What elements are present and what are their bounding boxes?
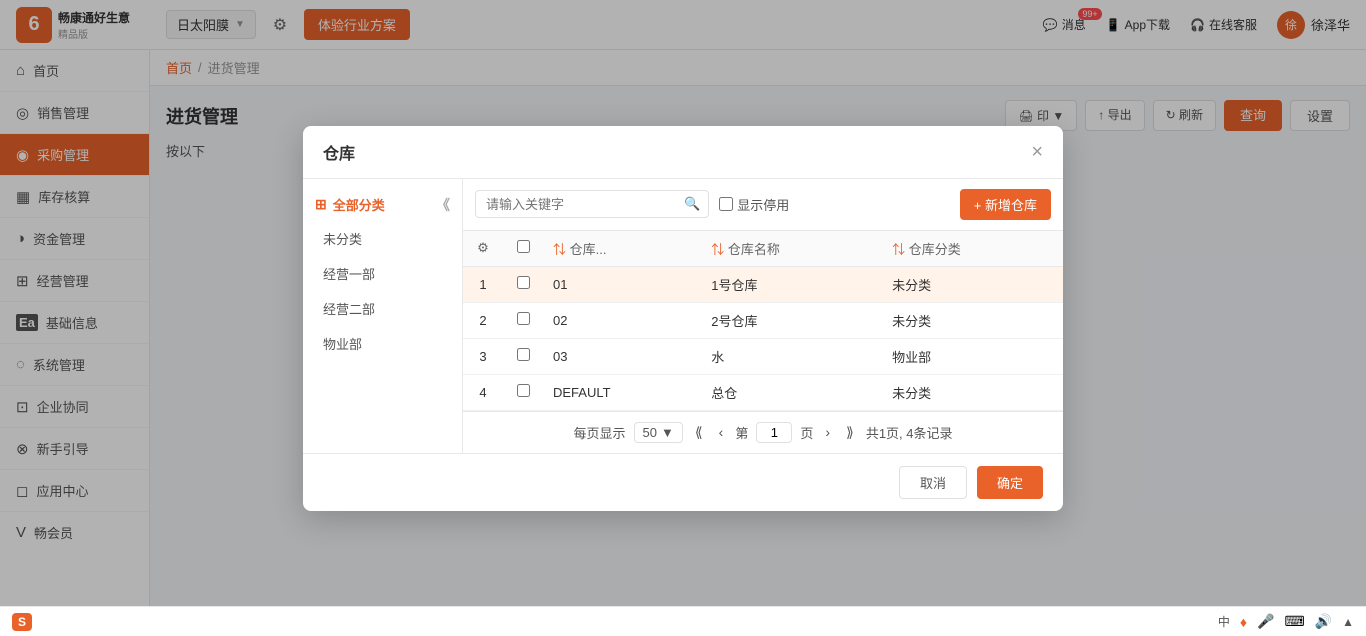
- category-title-label: 全部分类: [333, 195, 385, 214]
- table-row[interactable]: 2 02 2号仓库 未分类: [463, 302, 1063, 338]
- per-page-select[interactable]: 50 ▼: [634, 422, 683, 443]
- confirm-button[interactable]: 确定: [977, 466, 1043, 499]
- category-item-op1[interactable]: 经营一部: [303, 256, 462, 291]
- pagination: 每页显示 50 ▼ ⟪ ‹ 第 页 › ⟫ 共1页, 4条记录: [463, 411, 1063, 453]
- page-input[interactable]: [756, 422, 792, 443]
- first-page-btn[interactable]: ⟪: [691, 422, 707, 443]
- modal-close-button[interactable]: ×: [1031, 142, 1043, 162]
- category-item-property[interactable]: 物业部: [303, 326, 462, 361]
- category-title[interactable]: ⊞ 全部分类: [315, 195, 385, 214]
- col-code-header[interactable]: ⇅ 仓库...: [543, 231, 701, 267]
- row-checkbox[interactable]: [503, 338, 543, 374]
- keyboard-icon[interactable]: ⌨: [1284, 613, 1304, 630]
- table-row[interactable]: 1 01 1号仓库 未分类: [463, 266, 1063, 302]
- row-name: 水: [701, 338, 882, 374]
- per-page-arrow: ▼: [661, 425, 674, 440]
- table-row[interactable]: 3 03 水 物业部: [463, 338, 1063, 374]
- col-gear-header[interactable]: ⚙: [463, 231, 503, 267]
- warehouse-table: ⚙ ⇅ 仓库... ⇅ 仓库名称 ⇅ 仓库分类 1 01: [463, 231, 1063, 411]
- row-checkbox[interactable]: [503, 302, 543, 338]
- category-panel: ⊞ 全部分类 《 未分类 经营一部 经营二部 物业部: [303, 179, 463, 453]
- modal-header: 仓库 ×: [303, 126, 1063, 179]
- modal: 仓库 × ⊞ 全部分类 《 未分类 经营一部 经营二部 物业部: [303, 126, 1063, 511]
- add-warehouse-button[interactable]: + 新增仓库: [960, 189, 1051, 220]
- row-code: 03: [543, 338, 701, 374]
- search-box: 🔍: [475, 190, 709, 218]
- row-checkbox[interactable]: [503, 374, 543, 410]
- category-item-op2[interactable]: 经营二部: [303, 291, 462, 326]
- row-index: 4: [463, 374, 503, 410]
- disabled-checkbox-input[interactable]: [719, 197, 733, 211]
- show-disabled-checkbox[interactable]: 显示停用: [719, 195, 789, 214]
- next-page-btn[interactable]: ›: [821, 422, 834, 442]
- category-header: ⊞ 全部分类 《: [303, 189, 462, 221]
- row-index: 2: [463, 302, 503, 338]
- row-code: 01: [543, 266, 701, 302]
- mic-icon[interactable]: 🎤: [1257, 613, 1274, 630]
- page-unit: 页: [800, 423, 813, 442]
- collapse-icon[interactable]: 《: [436, 195, 450, 215]
- row-name: 2号仓库: [701, 302, 882, 338]
- modal-footer: 取消 确定: [303, 453, 1063, 511]
- per-page-label: 每页显示: [573, 423, 625, 442]
- bottom-logo: S: [12, 613, 32, 631]
- row-checkbox[interactable]: [503, 266, 543, 302]
- select-all-checkbox[interactable]: [517, 240, 530, 253]
- row-index: 3: [463, 338, 503, 374]
- sound-icon[interactable]: 🔊: [1315, 613, 1332, 630]
- per-page-value: 50: [643, 425, 657, 440]
- row-code: 02: [543, 302, 701, 338]
- last-page-btn[interactable]: ⟫: [842, 422, 858, 443]
- dot-icon: ♦: [1240, 614, 1247, 630]
- modal-title: 仓库: [323, 140, 355, 164]
- table-row[interactable]: 4 DEFAULT 总仓 未分类: [463, 374, 1063, 410]
- chevron-down-icon[interactable]: ▲: [1342, 615, 1354, 629]
- grid-icon: ⊞: [315, 196, 327, 213]
- search-icon[interactable]: 🔍: [676, 191, 708, 217]
- search-input[interactable]: [476, 192, 676, 217]
- chinese-input-icon[interactable]: 中: [1218, 613, 1230, 630]
- row-name: 总仓: [701, 374, 882, 410]
- col-check-header[interactable]: [503, 231, 543, 267]
- modal-body: ⊞ 全部分类 《 未分类 经营一部 经营二部 物业部 🔍: [303, 179, 1063, 453]
- page-total: 共1页, 4条记录: [866, 423, 953, 442]
- row-code: DEFAULT: [543, 374, 701, 410]
- row-category: 物业部: [882, 338, 1063, 374]
- category-item-unclassified[interactable]: 未分类: [303, 221, 462, 256]
- page-label: 第: [735, 423, 748, 442]
- row-category: 未分类: [882, 302, 1063, 338]
- prev-page-btn[interactable]: ‹: [715, 422, 728, 442]
- cancel-button[interactable]: 取消: [899, 466, 967, 499]
- row-category: 未分类: [882, 374, 1063, 410]
- table-wrapper: ⚙ ⇅ 仓库... ⇅ 仓库名称 ⇅ 仓库分类 1 01: [463, 231, 1063, 411]
- modal-overlay[interactable]: 仓库 × ⊞ 全部分类 《 未分类 经营一部 经营二部 物业部: [0, 0, 1366, 636]
- row-name: 1号仓库: [701, 266, 882, 302]
- show-disabled-label: 显示停用: [737, 195, 789, 214]
- col-name-header: ⇅ 仓库名称: [701, 231, 882, 267]
- table-toolbar: 🔍 显示停用 + 新增仓库: [463, 179, 1063, 231]
- row-index: 1: [463, 266, 503, 302]
- row-category: 未分类: [882, 266, 1063, 302]
- table-panel: 🔍 显示停用 + 新增仓库 ⚙: [463, 179, 1063, 453]
- col-category-header: ⇅ 仓库分类: [882, 231, 1063, 267]
- bottom-bar: S 中 ♦ 🎤 ⌨ 🔊 ▲: [0, 606, 1366, 636]
